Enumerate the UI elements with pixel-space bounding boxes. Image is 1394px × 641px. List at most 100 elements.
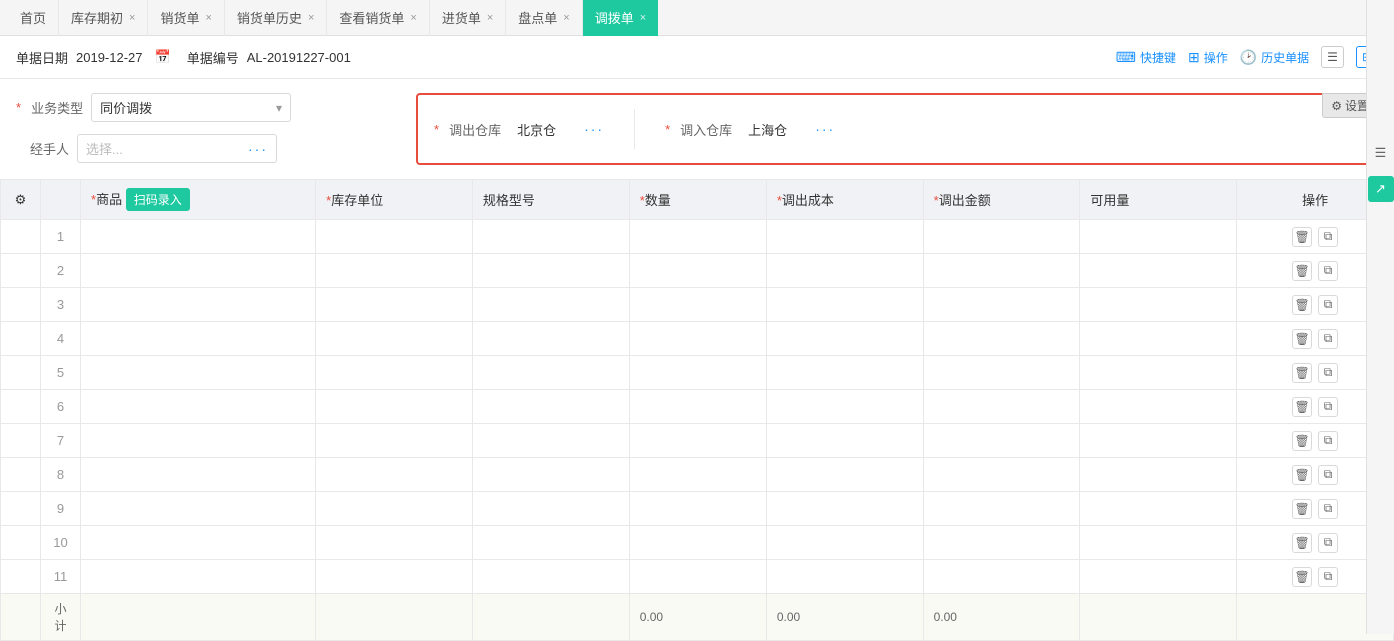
cell-qty-3[interactable]: [629, 288, 766, 322]
business-type-dropdown[interactable]: 同价调拨 ▾: [91, 93, 291, 122]
tab-purchase[interactable]: 进货单 ×: [430, 0, 506, 36]
cell-product-9[interactable]: [81, 492, 316, 526]
cell-qty-11[interactable]: [629, 560, 766, 594]
cell-qty-10[interactable]: [629, 526, 766, 560]
cell-cost-4[interactable]: [766, 322, 923, 356]
tab-view-sales-close[interactable]: ×: [410, 12, 416, 24]
cell-unit-2[interactable]: [316, 254, 473, 288]
cell-cost-11[interactable]: [766, 560, 923, 594]
cell-amount-4[interactable]: [923, 322, 1080, 356]
delete-icon-6[interactable]: 🗑: [1292, 397, 1312, 417]
cell-amount-6[interactable]: [923, 390, 1080, 424]
copy-icon-3[interactable]: ⧉: [1318, 295, 1338, 315]
tab-sales-history-close[interactable]: ×: [308, 12, 314, 24]
cell-spec-11[interactable]: [472, 560, 629, 594]
cell-product-7[interactable]: [81, 424, 316, 458]
cell-qty-4[interactable]: [629, 322, 766, 356]
tab-inventory-init-close[interactable]: ×: [129, 12, 135, 24]
cell-cost-5[interactable]: [766, 356, 923, 390]
cell-unit-10[interactable]: [316, 526, 473, 560]
cell-product-3[interactable]: [81, 288, 316, 322]
copy-icon-11[interactable]: ⧉: [1318, 567, 1338, 587]
cell-product-1[interactable]: [81, 220, 316, 254]
delete-icon-9[interactable]: 🗑: [1292, 499, 1312, 519]
cell-product-10[interactable]: [81, 526, 316, 560]
settings-gear-th-icon[interactable]: ⚙: [15, 192, 27, 207]
cell-unit-4[interactable]: [316, 322, 473, 356]
cell-unit-6[interactable]: [316, 390, 473, 424]
delete-icon-1[interactable]: 🗑: [1292, 227, 1312, 247]
transfer-in-more[interactable]: ···: [815, 121, 835, 137]
cell-cost-9[interactable]: [766, 492, 923, 526]
tab-view-sales[interactable]: 查看销货单 ×: [327, 0, 429, 36]
cell-spec-3[interactable]: [472, 288, 629, 322]
history-button[interactable]: 🕑 历史单据: [1240, 49, 1309, 66]
cell-product-6[interactable]: [81, 390, 316, 424]
cell-amount-7[interactable]: [923, 424, 1080, 458]
cell-spec-5[interactable]: [472, 356, 629, 390]
copy-icon-9[interactable]: ⧉: [1318, 499, 1338, 519]
calendar-icon[interactable]: 📅: [155, 49, 171, 65]
cell-qty-9[interactable]: [629, 492, 766, 526]
operation-button[interactable]: ⊞ 操作: [1188, 49, 1228, 66]
cell-spec-10[interactable]: [472, 526, 629, 560]
cell-unit-9[interactable]: [316, 492, 473, 526]
cell-amount-9[interactable]: [923, 492, 1080, 526]
cell-qty-6[interactable]: [629, 390, 766, 424]
copy-icon-7[interactable]: ⧉: [1318, 431, 1338, 451]
tab-home[interactable]: 首页: [8, 0, 59, 36]
cell-cost-8[interactable]: [766, 458, 923, 492]
cell-cost-10[interactable]: [766, 526, 923, 560]
delete-icon-8[interactable]: 🗑: [1292, 465, 1312, 485]
delete-icon-10[interactable]: 🗑: [1292, 533, 1312, 553]
tab-stocktaking-close[interactable]: ×: [563, 12, 569, 24]
cell-amount-8[interactable]: [923, 458, 1080, 492]
transfer-out-more[interactable]: ···: [584, 121, 604, 137]
cell-qty-7[interactable]: [629, 424, 766, 458]
copy-icon-2[interactable]: ⧉: [1318, 261, 1338, 281]
cell-cost-1[interactable]: [766, 220, 923, 254]
cell-spec-4[interactable]: [472, 322, 629, 356]
delete-icon-3[interactable]: 🗑: [1292, 295, 1312, 315]
tab-inventory-init[interactable]: 库存期初 ×: [59, 0, 148, 36]
copy-icon-6[interactable]: ⧉: [1318, 397, 1338, 417]
cell-spec-8[interactable]: [472, 458, 629, 492]
tab-transfer-close[interactable]: ×: [640, 12, 646, 24]
cell-amount-1[interactable]: [923, 220, 1080, 254]
shortcut-button[interactable]: ⌨ 快捷键: [1116, 49, 1176, 66]
delete-icon-5[interactable]: 🗑: [1292, 363, 1312, 383]
copy-icon-8[interactable]: ⧉: [1318, 465, 1338, 485]
tab-transfer[interactable]: 调拨单 ×: [583, 0, 658, 36]
cell-amount-11[interactable]: [923, 560, 1080, 594]
delete-icon-2[interactable]: 🗑: [1292, 261, 1312, 281]
cell-product-2[interactable]: [81, 254, 316, 288]
tab-sales-order-close[interactable]: ×: [205, 12, 211, 24]
cell-unit-3[interactable]: [316, 288, 473, 322]
cell-cost-2[interactable]: [766, 254, 923, 288]
cell-qty-8[interactable]: [629, 458, 766, 492]
manager-more-icon[interactable]: ···: [248, 141, 268, 157]
cell-unit-11[interactable]: [316, 560, 473, 594]
tab-sales-history[interactable]: 销货单历史 ×: [225, 0, 327, 36]
tab-sales-order[interactable]: 销货单 ×: [148, 0, 224, 36]
cell-product-8[interactable]: [81, 458, 316, 492]
cell-amount-10[interactable]: [923, 526, 1080, 560]
cell-spec-9[interactable]: [472, 492, 629, 526]
cell-qty-1[interactable]: [629, 220, 766, 254]
cell-product-5[interactable]: [81, 356, 316, 390]
copy-icon-10[interactable]: ⧉: [1318, 533, 1338, 553]
copy-icon-4[interactable]: ⧉: [1318, 329, 1338, 349]
cell-amount-3[interactable]: [923, 288, 1080, 322]
tab-purchase-close[interactable]: ×: [487, 12, 493, 24]
cell-spec-6[interactable]: [472, 390, 629, 424]
cell-cost-3[interactable]: [766, 288, 923, 322]
scan-entry-button[interactable]: 扫码录入: [126, 188, 190, 211]
cell-amount-5[interactable]: [923, 356, 1080, 390]
cell-unit-7[interactable]: [316, 424, 473, 458]
sidebar-list-icon[interactable]: ☰: [1368, 140, 1394, 166]
cell-cost-7[interactable]: [766, 424, 923, 458]
cell-qty-2[interactable]: [629, 254, 766, 288]
cell-spec-1[interactable]: [472, 220, 629, 254]
tab-stocktaking[interactable]: 盘点单 ×: [506, 0, 582, 36]
cell-unit-8[interactable]: [316, 458, 473, 492]
